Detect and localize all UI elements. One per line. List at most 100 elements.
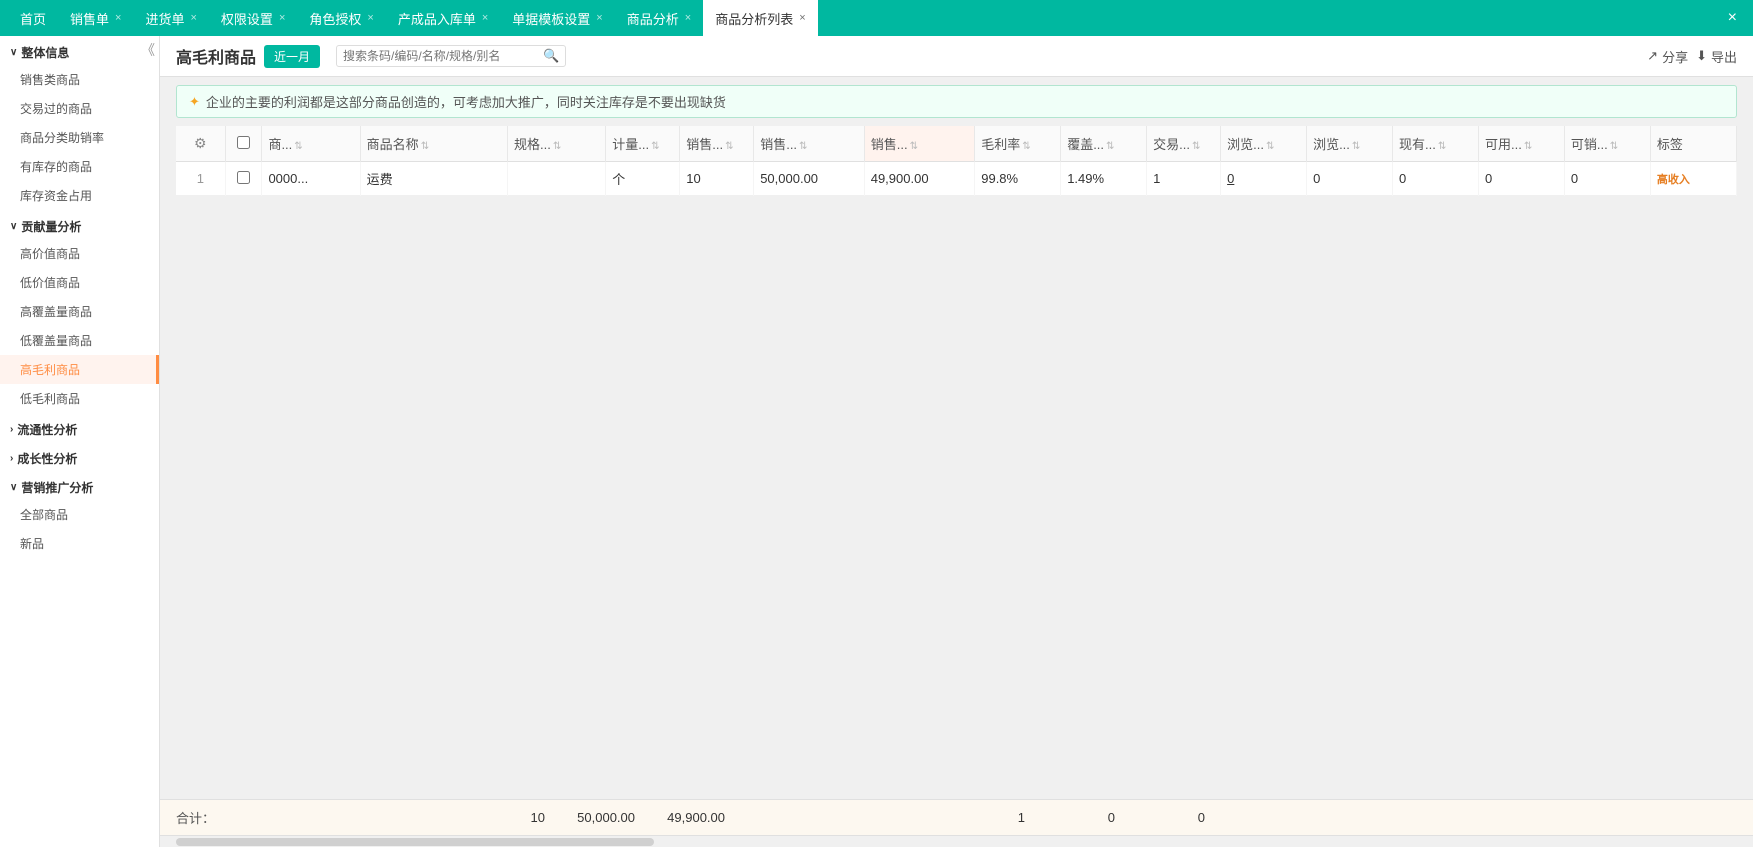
sidebar-collapse-button[interactable]: 《: [141, 40, 155, 60]
footer-qty: 10: [235, 810, 555, 825]
filter-recent-month-button[interactable]: 近一月: [264, 45, 320, 68]
sort-icon-margin: ⇅: [1022, 141, 1030, 152]
row-unit: 个: [606, 162, 680, 196]
topnav-item-销售单[interactable]: 销售单×: [58, 0, 133, 36]
row-trade: 1: [1147, 162, 1221, 196]
topnav-item-产成品入库单[interactable]: 产成品入库单×: [386, 0, 500, 36]
col-header-settings[interactable]: ⚙: [176, 126, 225, 162]
search-icon[interactable]: 🔍: [543, 48, 559, 64]
share-button[interactable]: ↗ 分享: [1647, 47, 1688, 66]
sidebar-group-营销推广分析[interactable]: ∨营销推广分析: [0, 471, 159, 500]
sidebar-group-贡献量分析[interactable]: ∨贡献量分析: [0, 210, 159, 239]
footer-trade: 1: [735, 810, 1035, 825]
topnav-item-商品分析列表[interactable]: 商品分析列表×: [703, 0, 817, 36]
row-browse1[interactable]: 0: [1221, 162, 1307, 196]
row-checkbox[interactable]: [237, 171, 250, 184]
horizontal-scrollbar[interactable]: [160, 835, 1753, 847]
sidebar-item-新品[interactable]: 新品: [0, 529, 159, 558]
col-header-browse1[interactable]: 浏览...⇅: [1221, 126, 1307, 162]
col-header-margin[interactable]: 毛利率⇅: [975, 126, 1061, 162]
row-sales2: 49,900.00: [864, 162, 975, 196]
sidebar-item-低毛利商品[interactable]: 低毛利商品: [0, 384, 159, 413]
group-arrow-icon: ∨: [10, 47, 17, 58]
col-header-name[interactable]: 商品名称⇅: [360, 126, 507, 162]
group-arrow-icon: ›: [10, 453, 13, 464]
col-header-cover[interactable]: 覆盖...⇅: [1061, 126, 1147, 162]
sidebar-item-交易过的商品[interactable]: 交易过的商品: [0, 94, 159, 123]
sort-icon-trade: ⇅: [1192, 141, 1200, 152]
tab-close-icon[interactable]: ×: [367, 12, 373, 24]
topnav-item-商品分析[interactable]: 商品分析×: [615, 0, 703, 36]
sidebar-item-有库存的商品[interactable]: 有库存的商品: [0, 152, 159, 181]
header-actions: ↗ 分享 ⬇ 导出: [1647, 47, 1737, 66]
sort-icon-unit: ⇅: [651, 141, 659, 152]
col-header-trade[interactable]: 交易...⇅: [1147, 126, 1221, 162]
table-header-row: ⚙ 商...⇅ 商品名称⇅ 规格...⇅: [176, 126, 1737, 162]
tab-close-icon[interactable]: ×: [190, 12, 196, 24]
row-stock3: 0: [1564, 162, 1650, 196]
gear-icon[interactable]: ⚙: [194, 135, 207, 151]
col-header-browse2[interactable]: 浏览...⇅: [1307, 126, 1393, 162]
main-layout: 《 ∨整体信息销售类商品交易过的商品商品分类助销率有库存的商品库存资金占用∨贡献…: [0, 36, 1753, 847]
footer-total: 合计： 10 50,000.00 49,900.00 1 0 0: [160, 799, 1753, 835]
tab-close-icon[interactable]: ×: [799, 12, 805, 24]
export-button[interactable]: ⬇ 导出: [1696, 47, 1737, 66]
info-banner: ✦ 企业的主要的利润都是这部分商品创造的，可考虑加大推广，同时关注库存是不要出现…: [176, 85, 1737, 118]
group-arrow-icon: ∨: [10, 221, 17, 232]
tab-close-icon[interactable]: ×: [115, 12, 121, 24]
sidebar-group-流通性分析[interactable]: ›流通性分析: [0, 413, 159, 442]
row-qty: 10: [680, 162, 754, 196]
footer-cells: 10 50,000.00 49,900.00 1 0 0: [235, 810, 1215, 825]
row-check[interactable]: [225, 162, 262, 196]
tab-close-icon[interactable]: ×: [482, 12, 488, 24]
sort-icon-stock1: ⇅: [1438, 141, 1446, 152]
row-browse2: 0: [1307, 162, 1393, 196]
col-header-stock3[interactable]: 可销...⇅: [1564, 126, 1650, 162]
search-input[interactable]: [343, 49, 543, 63]
col-header-stock2[interactable]: 可用...⇅: [1478, 126, 1564, 162]
group-arrow-icon: ›: [10, 424, 13, 435]
scroll-thumb[interactable]: [176, 838, 654, 846]
sidebar-item-低价值商品[interactable]: 低价值商品: [0, 268, 159, 297]
sidebar-item-销售类商品[interactable]: 销售类商品: [0, 65, 159, 94]
sidebar-item-全部商品[interactable]: 全部商品: [0, 500, 159, 529]
select-all-checkbox[interactable]: [237, 136, 250, 149]
tab-close-icon[interactable]: ×: [279, 12, 285, 24]
topnav-item-首页[interactable]: 首页: [8, 0, 58, 36]
page-title: 高毛利商品: [176, 44, 256, 68]
col-header-qty[interactable]: 销售...⇅: [680, 126, 754, 162]
sidebar-item-高毛利商品[interactable]: 高毛利商品: [0, 355, 159, 384]
col-header-code[interactable]: 商...⇅: [262, 126, 360, 162]
topnav-item-进货单[interactable]: 进货单×: [133, 0, 208, 36]
col-header-sales1[interactable]: 销售...⇅: [754, 126, 865, 162]
sort-icon-stock2: ⇅: [1524, 141, 1532, 152]
topnav-item-单据模板设置[interactable]: 单据模板设置×: [500, 0, 614, 36]
sort-icon-sales1: ⇅: [799, 141, 807, 152]
top-navigation: 首页销售单×进货单×权限设置×角色授权×产成品入库单×单据模板设置×商品分析×商…: [0, 0, 1753, 36]
sort-icon-spec: ⇅: [553, 141, 561, 152]
sidebar-group-整体信息[interactable]: ∨整体信息: [0, 36, 159, 65]
sidebar-item-高价值商品[interactable]: 高价值商品: [0, 239, 159, 268]
sidebar-item-低覆盖量商品[interactable]: 低覆盖量商品: [0, 326, 159, 355]
col-header-tag[interactable]: 标签: [1650, 126, 1736, 162]
col-header-unit[interactable]: 计量...⇅: [606, 126, 680, 162]
sidebar-item-库存资金占用[interactable]: 库存资金占用: [0, 181, 159, 210]
row-spec: [508, 162, 606, 196]
col-header-spec[interactable]: 规格...⇅: [508, 126, 606, 162]
sort-icon-stock3: ⇅: [1610, 141, 1618, 152]
browse1-link[interactable]: 0: [1227, 171, 1234, 186]
tab-close-icon[interactable]: ×: [596, 12, 602, 24]
sidebar-item-商品分类助销率[interactable]: 商品分类助销率: [0, 123, 159, 152]
topnav-item-角色授权[interactable]: 角色授权×: [297, 0, 385, 36]
row-code: 0000...: [262, 162, 360, 196]
col-header-check[interactable]: [225, 126, 262, 162]
tab-close-icon[interactable]: ×: [685, 12, 691, 24]
col-header-sales2[interactable]: 销售...⇅: [864, 126, 975, 162]
col-header-stock1[interactable]: 现有...⇅: [1393, 126, 1479, 162]
topnav-item-权限设置[interactable]: 权限设置×: [209, 0, 297, 36]
sort-icon-code: ⇅: [294, 141, 302, 152]
group-arrow-icon: ∨: [10, 482, 17, 493]
sidebar-item-高覆盖量商品[interactable]: 高覆盖量商品: [0, 297, 159, 326]
close-all-button[interactable]: ×: [1720, 9, 1745, 27]
sidebar-group-成长性分析[interactable]: ›成长性分析: [0, 442, 159, 471]
